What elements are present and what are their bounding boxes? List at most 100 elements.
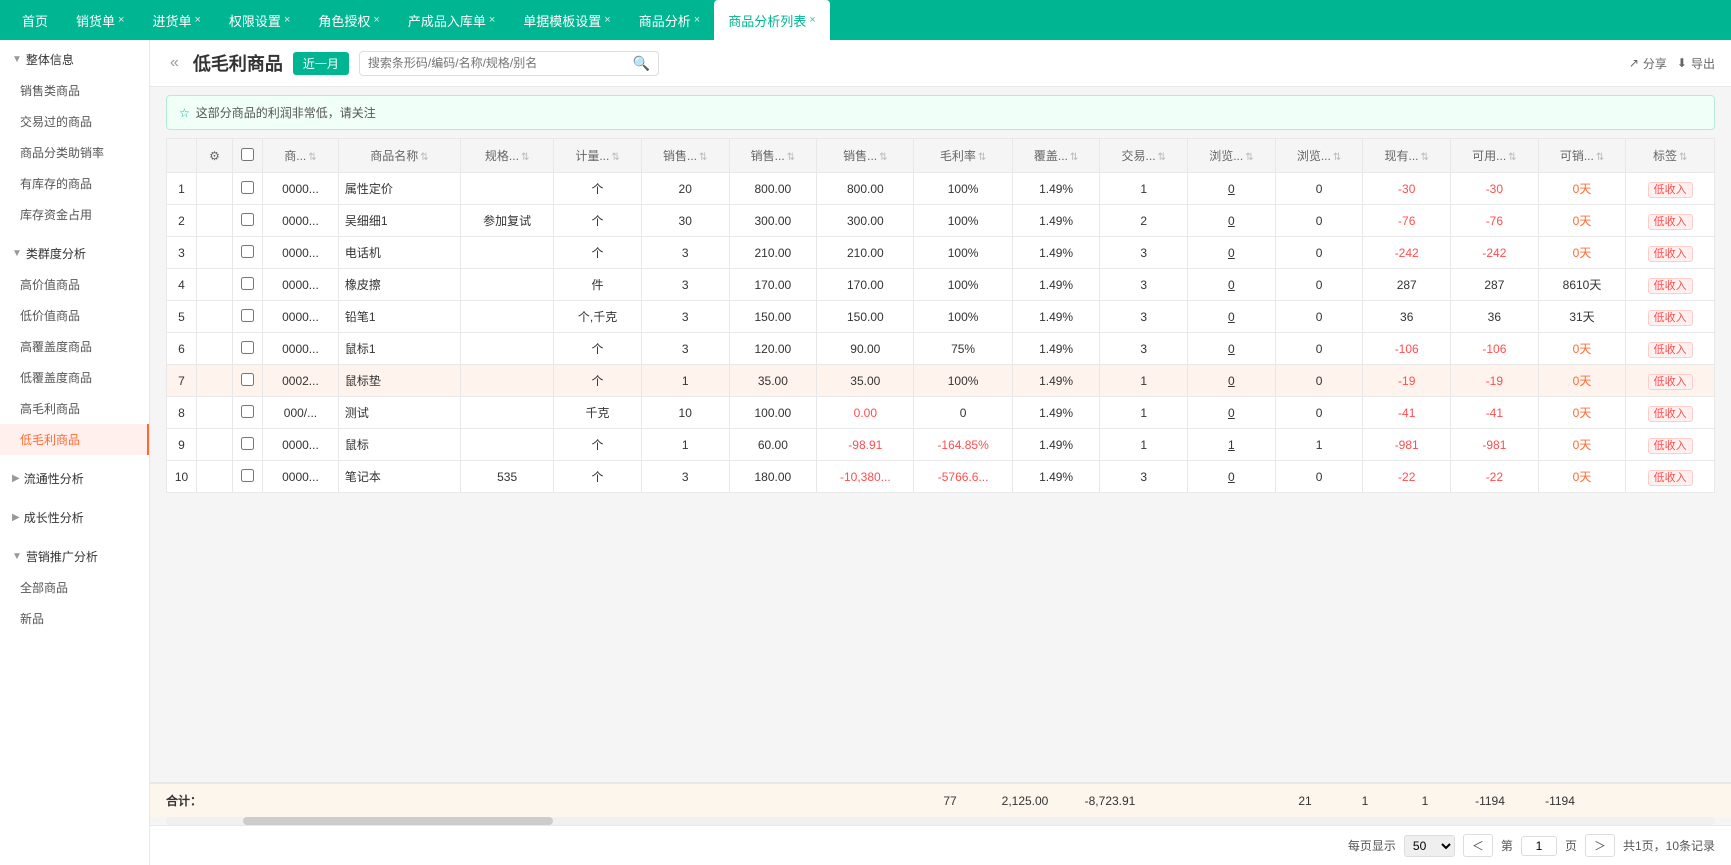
- td-browse1[interactable]: 0: [1188, 461, 1276, 493]
- nav-roles-close[interactable]: ×: [373, 14, 379, 26]
- page-unit: 页: [1565, 837, 1577, 854]
- search-input[interactable]: [368, 56, 633, 70]
- td-browse1[interactable]: 0: [1188, 237, 1276, 269]
- th-browse2[interactable]: 浏览...⇅: [1275, 139, 1363, 173]
- td-current: -76: [1363, 205, 1451, 237]
- export-button[interactable]: ⬇ 导出: [1677, 55, 1715, 72]
- row-checkbox[interactable]: [241, 373, 254, 386]
- td-browse1[interactable]: 0: [1188, 173, 1276, 205]
- scrollbar-thumb[interactable]: [243, 817, 553, 825]
- th-salable[interactable]: 可销...⇅: [1538, 139, 1626, 173]
- sidebar-item-traded-goods[interactable]: 交易过的商品: [0, 106, 149, 137]
- td-unit: 件: [554, 269, 642, 301]
- sidebar-item-high-value[interactable]: 高价值商品: [0, 269, 149, 300]
- td-settings: [197, 269, 233, 301]
- td-transaction: 1: [1100, 397, 1188, 429]
- th-sales-amt[interactable]: 销售...⇅: [729, 139, 817, 173]
- nav-product-stock[interactable]: 产成品入库单×: [394, 0, 509, 40]
- nav-sales[interactable]: 销货单×: [62, 0, 138, 40]
- td-checkbox: [233, 301, 263, 333]
- tag-badge: 低收入: [1648, 342, 1693, 358]
- share-button[interactable]: ↗ 分享: [1629, 55, 1667, 72]
- nav-purchase[interactable]: 进货单×: [138, 0, 214, 40]
- row-checkbox[interactable]: [241, 213, 254, 226]
- td-name: 电话机: [338, 237, 460, 269]
- sidebar-item-low-coverage[interactable]: 低覆盖度商品: [0, 362, 149, 393]
- period-button[interactable]: 近一月: [293, 52, 349, 75]
- sidebar: ▼ 整体信息 销售类商品 交易过的商品 商品分类助销率 有库存的商品 库存资金占…: [0, 40, 150, 865]
- sidebar-group-circulation-title[interactable]: ▶ 流通性分析: [0, 463, 149, 494]
- sidebar-item-stock-capital[interactable]: 库存资金占用: [0, 199, 149, 230]
- nav-template-close[interactable]: ×: [604, 14, 610, 26]
- horizontal-scrollbar[interactable]: [166, 817, 1715, 825]
- th-coverage[interactable]: 覆盖...⇅: [1012, 139, 1100, 173]
- per-page-select[interactable]: 50 100 200: [1404, 835, 1455, 857]
- search-icon[interactable]: 🔍: [632, 55, 649, 72]
- nav-product-analysis-close[interactable]: ×: [694, 14, 700, 26]
- sidebar-item-high-coverage[interactable]: 高覆盖度商品: [0, 331, 149, 362]
- th-settings[interactable]: ⚙: [197, 139, 233, 173]
- th-transaction[interactable]: 交易...⇅: [1100, 139, 1188, 173]
- nav-roles[interactable]: 角色授权×: [304, 0, 393, 40]
- row-checkbox[interactable]: [241, 469, 254, 482]
- collapse-sidebar-btn[interactable]: «: [166, 50, 183, 76]
- th-code[interactable]: 商...⇅: [263, 139, 339, 173]
- td-browse1[interactable]: 0: [1188, 397, 1276, 429]
- td-sales-qty: 3: [641, 269, 729, 301]
- td-browse1[interactable]: 0: [1188, 301, 1276, 333]
- sidebar-group-marketing-title[interactable]: ▼ 营销推广分析: [0, 541, 149, 572]
- th-browse1[interactable]: 浏览...⇅: [1188, 139, 1276, 173]
- sidebar-group-overall-title[interactable]: ▼ 整体信息: [0, 44, 149, 75]
- prev-page-btn[interactable]: ＜: [1463, 834, 1493, 857]
- nav-analysis-list-close[interactable]: ×: [809, 14, 815, 26]
- next-page-btn[interactable]: ＞: [1585, 834, 1615, 857]
- th-current[interactable]: 现有...⇅: [1363, 139, 1451, 173]
- th-available[interactable]: 可用...⇅: [1451, 139, 1539, 173]
- sidebar-item-high-margin[interactable]: 高毛利商品: [0, 393, 149, 424]
- table-row: 7 0002... 鼠标垫 个 1 35.00 35.00 100% 1.49%…: [167, 365, 1715, 397]
- sidebar-group-cluster-title[interactable]: ▼ 类群度分析: [0, 238, 149, 269]
- sidebar-item-low-value[interactable]: 低价值商品: [0, 300, 149, 331]
- row-checkbox[interactable]: [241, 309, 254, 322]
- sidebar-item-all-goods[interactable]: 全部商品: [0, 572, 149, 603]
- td-row-no: 4: [167, 269, 197, 301]
- nav-purchase-close[interactable]: ×: [194, 14, 200, 26]
- th-gross-rate[interactable]: 毛利率⇅: [914, 139, 1012, 173]
- td-transaction: 1: [1100, 173, 1188, 205]
- row-checkbox[interactable]: [241, 341, 254, 354]
- row-checkbox[interactable]: [241, 437, 254, 450]
- th-spec[interactable]: 规格...⇅: [461, 139, 554, 173]
- sidebar-group-growth: ▶ 成长性分析: [0, 498, 149, 537]
- row-checkbox[interactable]: [241, 405, 254, 418]
- nav-sales-close[interactable]: ×: [118, 14, 124, 26]
- td-browse1[interactable]: 0: [1188, 365, 1276, 397]
- th-tag[interactable]: 标签⇅: [1626, 139, 1715, 173]
- td-browse1[interactable]: 0: [1188, 333, 1276, 365]
- nav-template[interactable]: 单据模板设置×: [509, 0, 624, 40]
- nav-home[interactable]: 首页: [8, 0, 62, 40]
- th-sales-profit[interactable]: 销售...⇅: [817, 139, 914, 173]
- th-sales-qty[interactable]: 销售...⇅: [641, 139, 729, 173]
- sidebar-item-sales-goods[interactable]: 销售类商品: [0, 75, 149, 106]
- nav-analysis-list[interactable]: 商品分析列表×: [714, 0, 829, 40]
- nav-permissions-close[interactable]: ×: [284, 14, 290, 26]
- nav-product-stock-close[interactable]: ×: [489, 14, 495, 26]
- header-actions: ↗ 分享 ⬇ 导出: [1629, 55, 1715, 72]
- td-browse1[interactable]: 1: [1188, 429, 1276, 461]
- row-checkbox[interactable]: [241, 245, 254, 258]
- th-name[interactable]: 商品名称⇅: [338, 139, 460, 173]
- sidebar-item-low-margin[interactable]: 低毛利商品: [0, 424, 149, 455]
- sidebar-item-in-stock[interactable]: 有库存的商品: [0, 168, 149, 199]
- sidebar-item-category-rate[interactable]: 商品分类助销率: [0, 137, 149, 168]
- th-unit[interactable]: 计量...⇅: [554, 139, 642, 173]
- nav-permissions[interactable]: 权限设置×: [215, 0, 304, 40]
- sidebar-group-growth-title[interactable]: ▶ 成长性分析: [0, 502, 149, 533]
- td-browse1[interactable]: 0: [1188, 205, 1276, 237]
- td-browse1[interactable]: 0: [1188, 269, 1276, 301]
- nav-product-analysis[interactable]: 商品分析×: [625, 0, 714, 40]
- sidebar-item-new-goods[interactable]: 新品: [0, 603, 149, 634]
- page-input[interactable]: [1521, 836, 1557, 856]
- row-checkbox[interactable]: [241, 277, 254, 290]
- row-checkbox[interactable]: [241, 181, 254, 194]
- select-all-checkbox[interactable]: [241, 148, 254, 161]
